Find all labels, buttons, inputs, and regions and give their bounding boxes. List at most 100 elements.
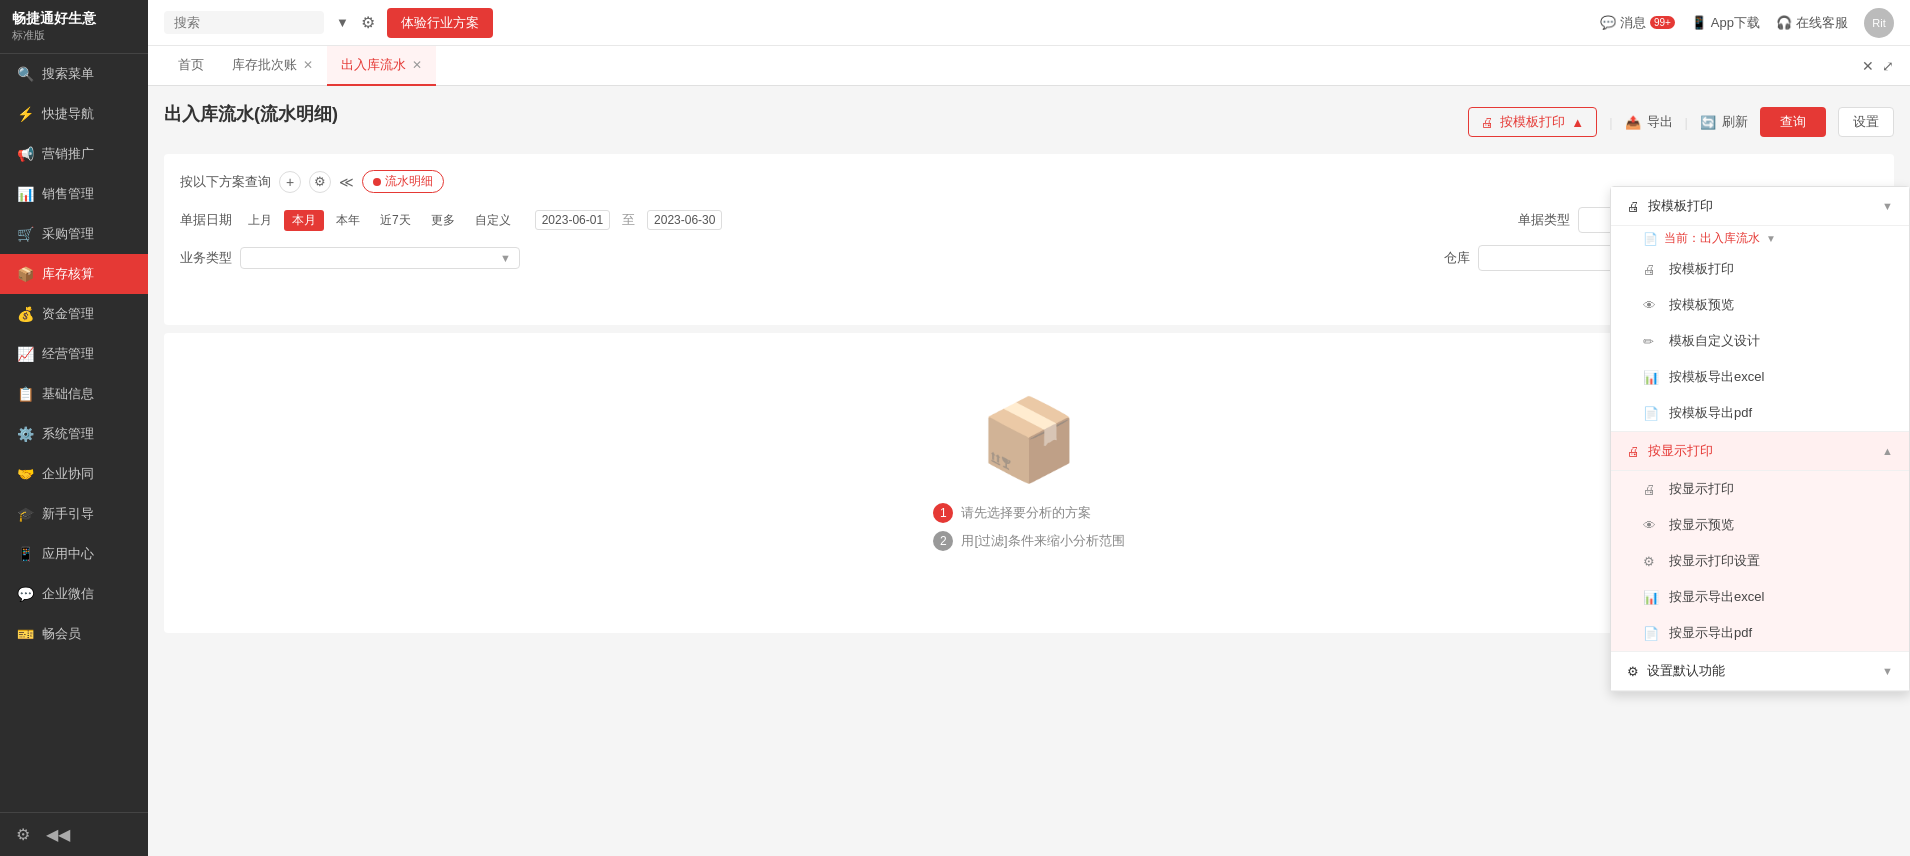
sidebar-item-member[interactable]: 🎫畅会员: [0, 614, 148, 654]
filter-chip[interactable]: 流水明细: [362, 170, 444, 193]
sidebar-icon-enterprise: 🤝: [16, 465, 34, 483]
sidebar-item-quick-nav[interactable]: ⚡快捷导航: [0, 94, 148, 134]
current-template-icon: 📄: [1643, 232, 1658, 246]
date-tab-this-year[interactable]: 本年: [328, 210, 368, 231]
refresh-btn[interactable]: 🔄 刷新: [1700, 113, 1748, 131]
sidebar-item-marketing[interactable]: 📢营销推广: [0, 134, 148, 174]
tab-close-batch-account[interactable]: ✕: [303, 58, 313, 72]
display-print-header[interactable]: 🖨 按显示打印 ▲: [1611, 432, 1909, 471]
export-btn[interactable]: 📤 导出: [1625, 113, 1673, 131]
print-btn[interactable]: 🖨 按模板打印 ▲: [1468, 107, 1597, 137]
settings-btn[interactable]: 设置: [1838, 107, 1894, 137]
sidebar-icon-system: ⚙️: [16, 425, 34, 443]
template-preview-item[interactable]: 👁 按模板预览: [1611, 287, 1909, 323]
date-tab-custom[interactable]: 自定义: [467, 210, 519, 231]
empty-step-2: 2 用[过滤]条件来缩小分析范围: [933, 531, 1124, 551]
search-input[interactable]: [164, 11, 324, 34]
template-custom-item[interactable]: ✏ 模板自定义设计: [1611, 323, 1909, 359]
user-avatar[interactable]: Rit: [1864, 8, 1894, 38]
sidebar-item-enterprise[interactable]: 🤝企业协同: [0, 454, 148, 494]
sidebar-icon-member: 🎫: [16, 625, 34, 643]
biz-type-field: 业务类型 ▼: [180, 247, 520, 269]
sidebar-item-finance[interactable]: 💰资金管理: [0, 294, 148, 334]
template-preview-label: 按模板预览: [1669, 296, 1734, 314]
template-custom-label: 模板自定义设计: [1669, 332, 1760, 350]
trial-btn[interactable]: 体验行业方案: [387, 8, 493, 38]
default-settings-header[interactable]: ⚙ 设置默认功能 ▼: [1611, 652, 1909, 691]
sidebar-item-app-center[interactable]: 📱应用中心: [0, 534, 148, 574]
date-tab-last-month[interactable]: 上月: [240, 210, 280, 231]
message-icon: 💬: [1600, 15, 1616, 30]
collapse-sidebar-icon[interactable]: ◀◀: [46, 825, 70, 844]
message-badge: 99+: [1650, 16, 1675, 29]
display-print-title: 🖨 按显示打印: [1627, 442, 1713, 460]
current-template-item[interactable]: 📄 当前：出入库流水 ▼: [1611, 226, 1909, 251]
separator2: |: [1685, 115, 1688, 130]
sidebar-item-guide[interactable]: 🎓新手引导: [0, 494, 148, 534]
sidebar-item-basic-info[interactable]: 📋基础信息: [0, 374, 148, 414]
sidebar-icon-search-menu: 🔍: [16, 65, 34, 83]
display-export-excel-label: 按显示导出excel: [1669, 588, 1764, 606]
date-tab-more[interactable]: 更多: [423, 210, 463, 231]
sidebar-item-operations[interactable]: 📈经营管理: [0, 334, 148, 374]
display-print-settings-item[interactable]: ⚙ 按显示打印设置: [1611, 543, 1909, 579]
template-export-pdf-item[interactable]: 📄 按模板导出pdf: [1611, 395, 1909, 431]
close-tab-btn[interactable]: ✕: [1862, 58, 1874, 74]
filter-add-btn[interactable]: +: [279, 171, 301, 193]
sidebar-icon-marketing: 📢: [16, 145, 34, 163]
tab-label-home: 首页: [178, 56, 204, 74]
page-header: 出入库流水(流水明细) 🖨 按模板打印 ▲ | 📤 导出 | 🔄 刷新 查询: [164, 102, 1894, 142]
sidebar-item-sales[interactable]: 📊销售管理: [0, 174, 148, 214]
biz-type-select[interactable]: ▼: [240, 247, 520, 269]
display-print-item[interactable]: 🖨 按显示打印: [1611, 471, 1909, 507]
sidebar-item-wechat[interactable]: 💬企业微信: [0, 574, 148, 614]
tab-batch-account[interactable]: 库存批次账 ✕: [218, 46, 327, 86]
template-print-item[interactable]: 🖨 按模板打印: [1611, 251, 1909, 287]
maximize-tab-btn[interactable]: ⤢: [1882, 58, 1894, 74]
default-settings-arrow-icon: ▼: [1882, 665, 1893, 677]
query-btn[interactable]: 查询: [1760, 107, 1826, 137]
topbar-gear-icon[interactable]: ⚙: [361, 13, 375, 32]
step-2-text: 用[过滤]条件来缩小分析范围: [961, 532, 1124, 550]
tab-close-flow[interactable]: ✕: [412, 58, 422, 72]
sidebar-item-purchase[interactable]: 🛒采购管理: [0, 214, 148, 254]
display-export-excel-item[interactable]: 📊 按显示导出excel: [1611, 579, 1909, 615]
message-btn[interactable]: 💬 消息 99+: [1600, 14, 1675, 32]
sidebar-icon-wechat: 💬: [16, 585, 34, 603]
display-export-pdf-item[interactable]: 📄 按显示导出pdf: [1611, 615, 1909, 651]
biz-type-label: 业务类型: [180, 249, 232, 267]
date-to[interactable]: 2023-06-30: [647, 210, 722, 230]
print-dropdown-panel: 🖨 按模板打印 ▼ 📄 当前：出入库流水 ▼ 🖨 按模板打印 👁 按模板预览: [1610, 186, 1910, 692]
sidebar-label-quick-nav: 快捷导航: [42, 105, 94, 123]
tab-home[interactable]: 首页: [164, 46, 218, 86]
warehouse-label: 仓库: [1444, 249, 1470, 267]
main-content: ▼ ⚙ 体验行业方案 💬 消息 99+ 📱 App下载 🎧 在线客服 Rit 首: [148, 0, 1910, 856]
sidebar-item-inventory[interactable]: 📦库存核算: [0, 254, 148, 294]
date-tab-last7[interactable]: 近7天: [372, 210, 419, 231]
template-export-excel-item[interactable]: 📊 按模板导出excel: [1611, 359, 1909, 395]
tab-label-batch-account: 库存批次账: [232, 56, 297, 74]
chip-label: 流水明细: [385, 173, 433, 190]
filter-collapse-btn[interactable]: ≪: [339, 174, 354, 190]
pdf-item-icon: 📄: [1643, 406, 1659, 421]
customer-service-label: 在线客服: [1796, 14, 1848, 32]
template-print-header[interactable]: 🖨 按模板打印 ▼: [1611, 187, 1909, 226]
date-from[interactable]: 2023-06-01: [535, 210, 610, 230]
app-download-label: App下载: [1711, 14, 1760, 32]
app-download-btn[interactable]: 📱 App下载: [1691, 14, 1760, 32]
current-template-arrow-icon: ▼: [1766, 233, 1776, 244]
display-preview-item[interactable]: 👁 按显示预览: [1611, 507, 1909, 543]
date-tab-this-month[interactable]: 本月: [284, 210, 324, 231]
filter-settings-btn[interactable]: ⚙: [309, 171, 331, 193]
sidebar-item-system[interactable]: ⚙️系统管理: [0, 414, 148, 454]
sidebar-item-search-menu[interactable]: 🔍搜索菜单: [0, 54, 148, 94]
customer-service-btn[interactable]: 🎧 在线客服: [1776, 14, 1848, 32]
print-arrow-up-icon: ▲: [1571, 115, 1584, 130]
receipt-type-label: 单据类型: [1518, 211, 1570, 229]
tab-flow[interactable]: 出入库流水 ✕: [327, 46, 436, 86]
date-separator: 至: [622, 211, 635, 229]
date-field: 单据日期 上月本月本年近7天更多自定义 2023-06-01 至 2023-06…: [180, 210, 722, 231]
settings-icon[interactable]: ⚙: [16, 825, 30, 844]
print-item-icon: 🖨: [1643, 262, 1659, 277]
topbar-dropdown-icon[interactable]: ▼: [336, 15, 349, 30]
